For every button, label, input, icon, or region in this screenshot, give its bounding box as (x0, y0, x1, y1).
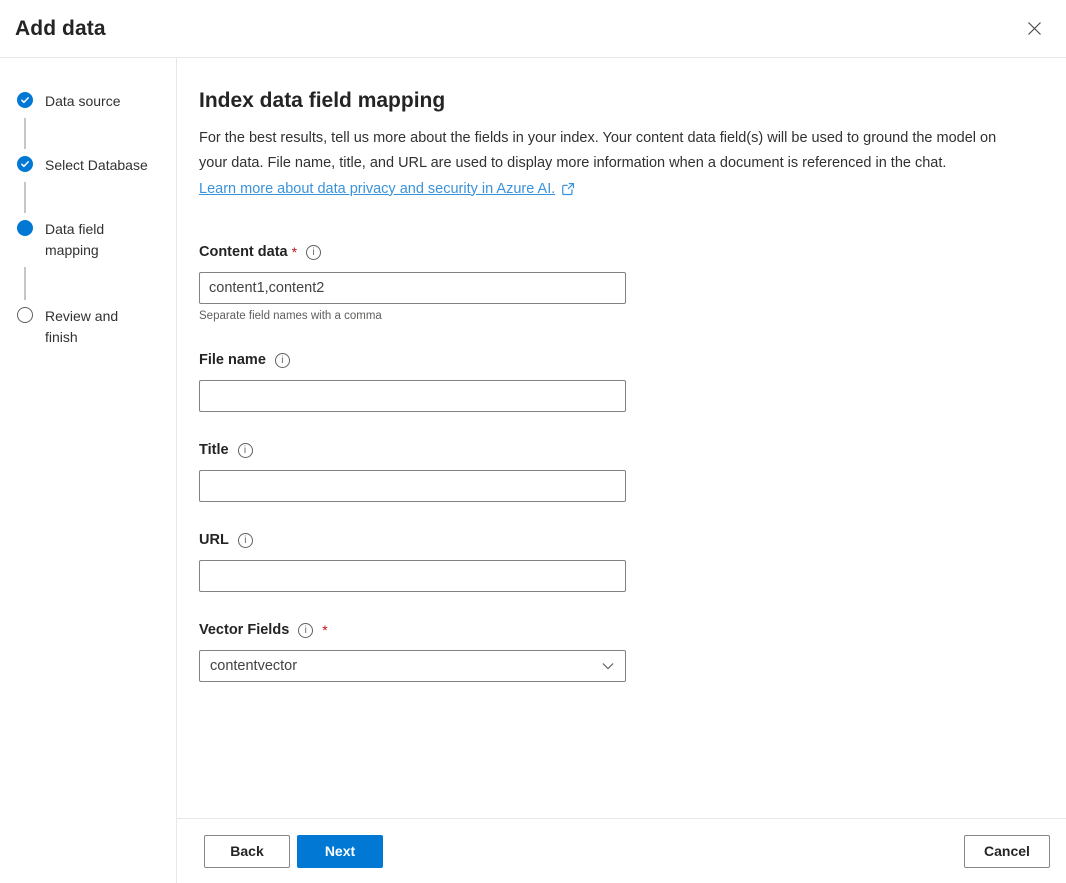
external-link-icon (561, 182, 575, 196)
content-data-label: Content data (199, 244, 288, 260)
step-label: Data field mapping (45, 219, 151, 261)
url-input[interactable] (199, 560, 626, 592)
step-current-icon (17, 220, 33, 236)
info-icon[interactable]: i (298, 623, 313, 638)
dialog-header: Add data (0, 0, 1066, 58)
title-input[interactable] (199, 470, 626, 502)
info-icon[interactable]: i (306, 245, 321, 260)
url-label: URL (199, 532, 229, 548)
field-title: Title i (199, 440, 1016, 502)
next-button[interactable]: Next (297, 835, 383, 868)
info-icon[interactable]: i (275, 353, 290, 368)
content-data-label-row: Content data * i (199, 242, 1016, 262)
wizard-step-data-field-mapping[interactable]: Data field mapping (17, 219, 176, 261)
back-button[interactable]: Back (204, 835, 290, 868)
info-icon[interactable]: i (238, 443, 253, 458)
page-title: Index data field mapping (199, 89, 1016, 113)
step-connector (24, 182, 26, 213)
content-data-helper-text: Separate field names with a comma (199, 310, 1016, 322)
dialog-footer: Back Next Cancel (177, 818, 1066, 883)
chevron-down-icon (601, 659, 615, 673)
field-url: URL i (199, 530, 1016, 592)
dialog-title: Add data (15, 17, 106, 41)
step-connector (24, 118, 26, 149)
cancel-button[interactable]: Cancel (964, 835, 1050, 868)
learn-more-row: Learn more about data privacy and securi… (199, 176, 1016, 201)
field-vector-fields: Vector Fields i * contentvector (199, 620, 1016, 682)
vector-fields-value: contentvector (210, 658, 297, 674)
close-icon (1027, 21, 1042, 36)
add-data-dialog: Add data Data source Select Database (0, 0, 1066, 883)
dialog-body: Data source Select Database Data field m… (0, 58, 1066, 883)
content-data-input[interactable] (199, 272, 626, 304)
wizard-sidebar: Data source Select Database Data field m… (0, 58, 177, 883)
wizard-step-data-source[interactable]: Data source (17, 91, 176, 112)
field-mapping-form: Content data * i Separate field names wi… (199, 242, 1016, 682)
step-upcoming-icon (17, 307, 33, 323)
url-label-row: URL i (199, 530, 1016, 550)
title-label-row: Title i (199, 440, 1016, 460)
file-name-label: File name (199, 352, 266, 368)
step-completed-icon (17, 92, 33, 108)
step-connector (24, 267, 26, 300)
info-icon[interactable]: i (238, 533, 253, 548)
wizard-step-review-finish[interactable]: Review and finish (17, 306, 176, 348)
step-label: Review and finish (45, 306, 151, 348)
close-button[interactable] (1020, 15, 1048, 43)
main-panel: Index data field mapping For the best re… (177, 58, 1066, 818)
file-name-input[interactable] (199, 380, 626, 412)
required-asterisk: * (322, 622, 327, 638)
required-asterisk: * (292, 244, 297, 260)
vector-fields-label-row: Vector Fields i * (199, 620, 1016, 640)
learn-more-link[interactable]: Learn more about data privacy and securi… (199, 181, 555, 197)
step-completed-icon (17, 156, 33, 172)
content-column: Index data field mapping For the best re… (177, 58, 1066, 883)
field-content-data: Content data * i Separate field names wi… (199, 242, 1016, 322)
vector-fields-label: Vector Fields (199, 622, 289, 638)
title-label: Title (199, 442, 229, 458)
file-name-label-row: File name i (199, 350, 1016, 370)
step-label: Data source (45, 91, 151, 112)
field-file-name: File name i (199, 350, 1016, 412)
step-label: Select Database (45, 155, 151, 176)
description-text: For the best results, tell us more about… (199, 126, 1016, 176)
vector-fields-dropdown[interactable]: contentvector (199, 650, 626, 682)
wizard-step-select-database[interactable]: Select Database (17, 155, 176, 176)
